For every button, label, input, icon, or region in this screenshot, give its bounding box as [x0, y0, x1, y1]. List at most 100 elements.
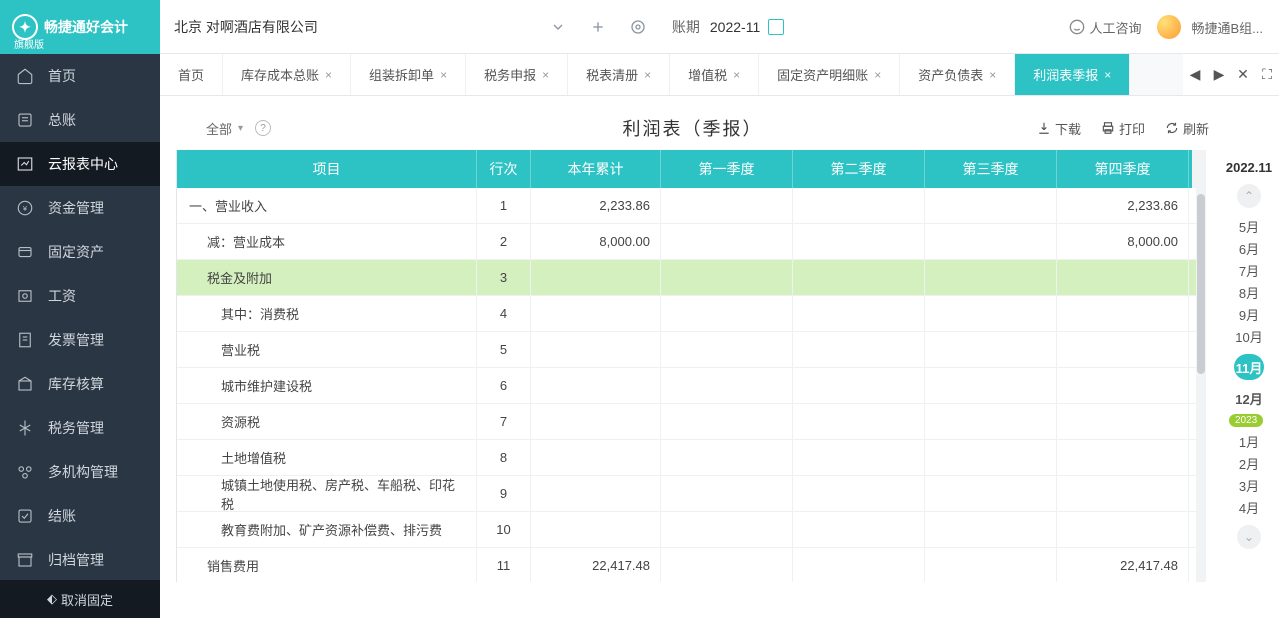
chevron-down-icon[interactable]: [548, 17, 568, 37]
table-row[interactable]: 税金及附加3: [177, 260, 1206, 296]
cell-year: 2,233.86: [531, 188, 661, 223]
month-button[interactable]: 7月: [1235, 259, 1262, 281]
nav-stock[interactable]: 库存核算: [0, 362, 160, 406]
month-active[interactable]: 11月: [1234, 354, 1264, 380]
table-row[interactable]: 资源税7: [177, 404, 1206, 440]
table-row[interactable]: 城镇土地使用税、房产税、车船税、印花税9: [177, 476, 1206, 512]
home-icon: [16, 67, 34, 85]
nav-salary[interactable]: 工资: [0, 274, 160, 318]
month-button[interactable]: 9月: [1235, 303, 1262, 325]
tab-税表清册[interactable]: 税表清册 ×: [568, 54, 670, 95]
month-button[interactable]: 3月: [1239, 474, 1259, 496]
close-icon[interactable]: ×: [733, 68, 740, 82]
month-button[interactable]: 8月: [1235, 281, 1262, 303]
table-row[interactable]: 土地增值税8: [177, 440, 1206, 476]
nav-tax[interactable]: 税务管理: [0, 406, 160, 450]
month-button[interactable]: 12月: [1219, 387, 1279, 409]
cell-year: [531, 404, 661, 439]
tab-close-all[interactable]: ✕: [1231, 54, 1255, 96]
tab-label: 税表清册: [586, 65, 638, 84]
month-rail: 2022.11 ⌃ 5月6月7月8月9月10月 11月 12月 2023 1月2…: [1219, 150, 1279, 606]
tab-税务申报[interactable]: 税务申报×: [466, 54, 568, 95]
tab-首页[interactable]: 首页: [160, 54, 223, 95]
month-button[interactable]: 1月: [1239, 430, 1259, 452]
nav-invoice[interactable]: 发票管理: [0, 318, 160, 362]
cell-q1: [661, 512, 793, 547]
nav-label: 云报表中心: [48, 154, 118, 174]
user-name[interactable]: 畅捷通B组...: [1191, 18, 1263, 37]
cell-rownum: 8: [477, 440, 531, 475]
cell-q3: [925, 188, 1057, 223]
month-button[interactable]: 6月: [1235, 237, 1262, 259]
nav-ledger[interactable]: 总账: [0, 98, 160, 142]
rail-scroll-down[interactable]: ⌄: [1237, 525, 1261, 549]
cell-q1: [661, 548, 793, 582]
cell-name: 减：营业成本: [177, 224, 477, 259]
download-button[interactable]: 下载: [1037, 119, 1081, 138]
cell-rownum: 2: [477, 224, 531, 259]
nav-home[interactable]: 首页: [0, 54, 160, 98]
report-table: 项目 行次 本年累计 第一季度 第二季度 第三季度 第四季度 一、营业收入12,…: [176, 150, 1206, 582]
table-row[interactable]: 一、营业收入12,233.862,233.86: [177, 188, 1206, 224]
nav-report[interactable]: 云报表中心: [0, 142, 160, 186]
cell-q1: [661, 332, 793, 367]
month-button[interactable]: 4月: [1239, 496, 1259, 518]
tab-组装拆卸单[interactable]: 组装拆卸单×: [351, 54, 466, 95]
org-icon: [16, 463, 34, 481]
help-icon[interactable]: ?: [255, 120, 271, 136]
close-icon[interactable]: ×: [874, 68, 881, 82]
help-link[interactable]: 人工咨询: [1069, 18, 1141, 37]
tab-固定资产明细账[interactable]: 固定资产明细账×: [759, 54, 900, 95]
table-row[interactable]: 其中：消费税4: [177, 296, 1206, 332]
month-button[interactable]: 2月: [1239, 452, 1259, 474]
tab-增值税[interactable]: 增值税×: [670, 54, 759, 95]
table-row[interactable]: 营业税5: [177, 332, 1206, 368]
tab-利润表季报[interactable]: 利润表季报×: [1015, 54, 1130, 95]
vertical-scrollbar[interactable]: [1196, 188, 1206, 582]
close-icon[interactable]: ×: [440, 68, 447, 82]
period-value[interactable]: 2022-11: [710, 19, 760, 35]
sidebar-unpin-label: 取消固定: [61, 590, 113, 609]
nav-org[interactable]: 多机构管理: [0, 450, 160, 494]
gear-icon[interactable]: [628, 17, 648, 37]
nav-asset[interactable]: 固定资产: [0, 230, 160, 274]
avatar[interactable]: [1157, 15, 1181, 39]
nav-funds[interactable]: ¥资金管理: [0, 186, 160, 230]
close-icon: [16, 507, 34, 525]
tab-资产负债表[interactable]: 资产负债表×: [900, 54, 1015, 95]
cell-q1: [661, 476, 793, 511]
tab-fullscreen[interactable]: ⛶: [1255, 54, 1279, 96]
refresh-button[interactable]: 刷新: [1165, 119, 1209, 138]
nav-archive[interactable]: 归档管理: [0, 538, 160, 582]
month-button[interactable]: 10月: [1235, 325, 1262, 347]
close-icon[interactable]: ×: [325, 68, 332, 82]
table-row[interactable]: 教育费附加、矿产资源补偿费、排污费10: [177, 512, 1206, 548]
table-row[interactable]: 减：营业成本28,000.008,000.00: [177, 224, 1206, 260]
close-icon[interactable]: ×: [989, 68, 996, 82]
cell-name: 城市维护建设税: [177, 368, 477, 403]
month-button[interactable]: 5月: [1235, 215, 1262, 237]
nav-close[interactable]: 结账: [0, 494, 160, 538]
period-label: 账期: [672, 17, 700, 37]
filter-all[interactable]: 全部 ▾ ?: [206, 119, 271, 138]
close-icon[interactable]: ×: [542, 68, 549, 82]
tab-next[interactable]: ▶: [1207, 54, 1231, 96]
cell-name: 营业税: [177, 332, 477, 367]
close-icon[interactable]: ×: [1104, 68, 1111, 82]
plus-icon[interactable]: [588, 17, 608, 37]
close-icon[interactable]: ×: [644, 68, 651, 82]
sidebar-unpin[interactable]: ⬖ 取消固定: [0, 580, 160, 618]
company-selector[interactable]: 北京 对啊酒店有限公司: [174, 17, 318, 37]
tab-label: 库存成本总账: [241, 65, 319, 84]
tab-prev[interactable]: ◀: [1183, 54, 1207, 96]
calendar-icon[interactable]: [768, 19, 784, 35]
tax-icon: [16, 419, 34, 437]
print-button[interactable]: 打印: [1101, 119, 1145, 138]
th-q2: 第二季度: [793, 150, 925, 188]
rail-scroll-up[interactable]: ⌃: [1237, 184, 1261, 208]
scroll-corner: [1192, 150, 1206, 188]
table-row[interactable]: 销售费用1122,417.4822,417.48: [177, 548, 1206, 582]
table-row[interactable]: 城市维护建设税6: [177, 368, 1206, 404]
tab-库存成本总账[interactable]: 库存成本总账 ×: [223, 54, 351, 95]
cell-q2: [793, 404, 925, 439]
